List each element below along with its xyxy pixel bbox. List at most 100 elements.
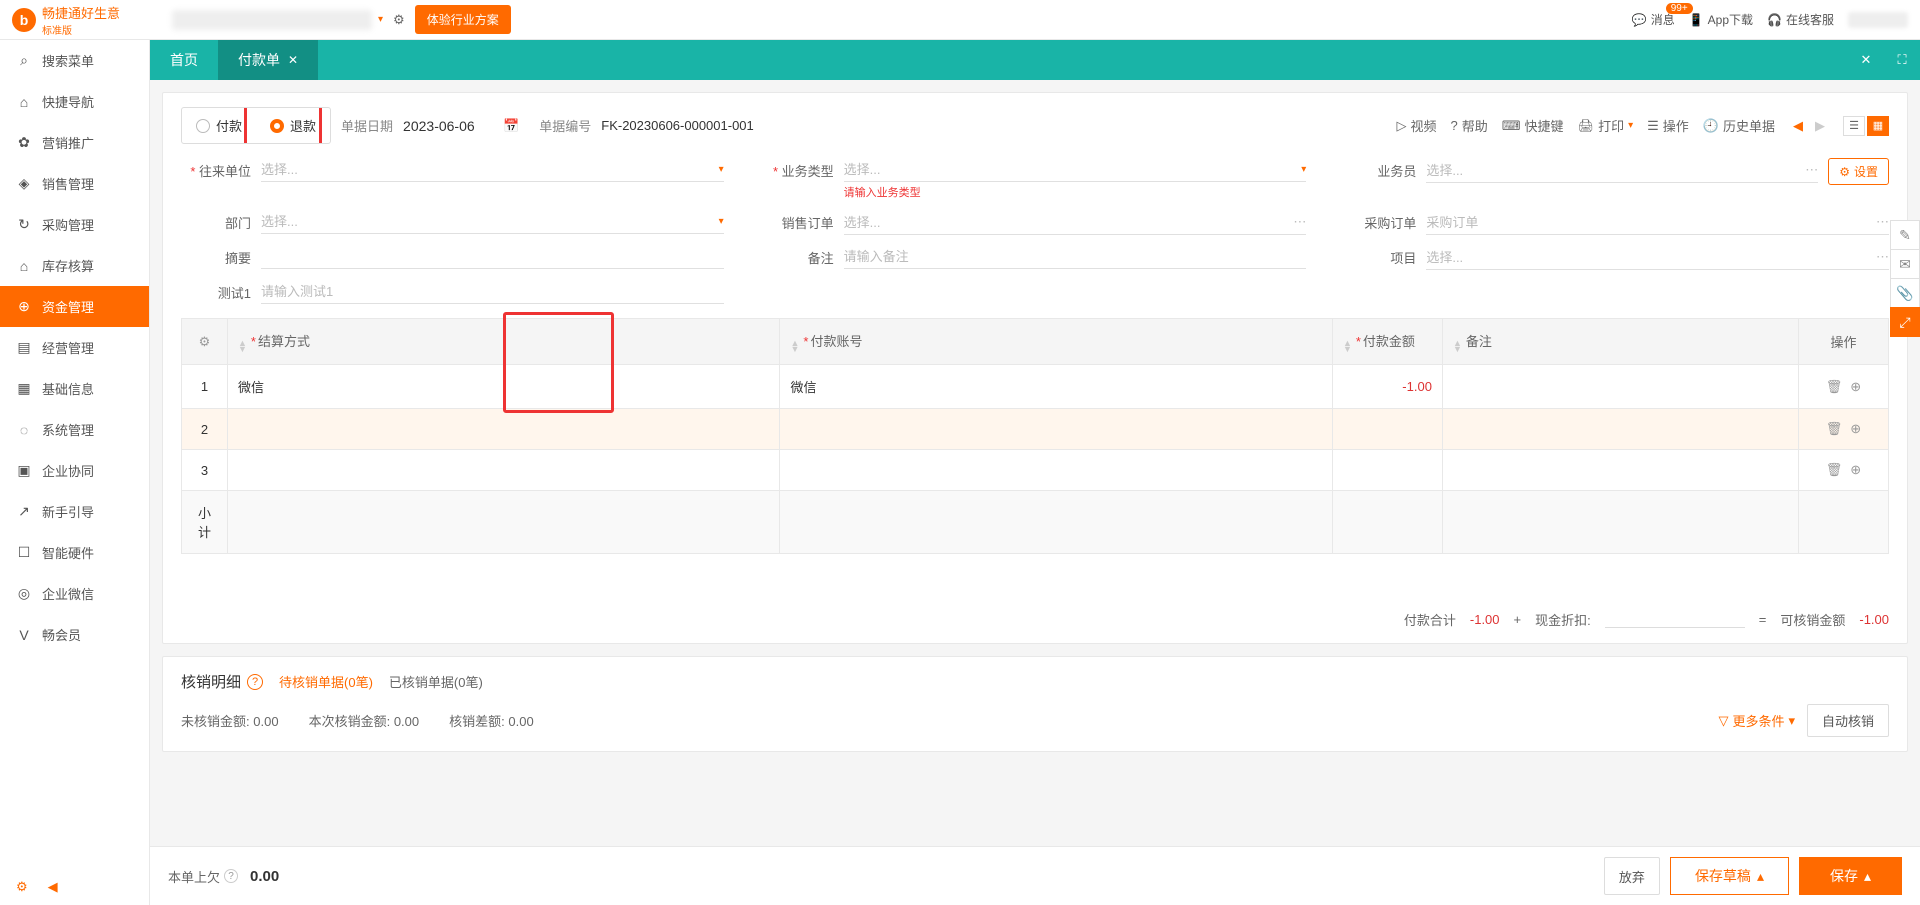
print-link[interactable]: 🖨打印▾ xyxy=(1578,116,1634,135)
shortcut-link[interactable]: ⌨快捷键 xyxy=(1502,116,1564,135)
sidebar-item-label: 资金管理 xyxy=(42,297,94,316)
date-input[interactable] xyxy=(403,118,493,134)
sales-order-input[interactable] xyxy=(844,215,1294,230)
view-list[interactable]: ☰ xyxy=(1843,116,1865,136)
sidebar-icon: V xyxy=(16,627,32,643)
biztype-input[interactable] xyxy=(844,162,1302,177)
online-cs-link[interactable]: 🎧 在线客服 xyxy=(1767,11,1834,28)
float-expand[interactable]: ⤢ xyxy=(1890,307,1920,337)
sidebar-item[interactable]: ↻采购管理 xyxy=(0,204,149,245)
sidebar-item[interactable]: ⌕搜索菜单 xyxy=(0,40,149,81)
settings-button[interactable]: ⚙设置 xyxy=(1828,158,1889,185)
tab-done[interactable]: 已核销单据(0笔) xyxy=(389,672,483,691)
auto-writeoff-button[interactable]: 自动核销 xyxy=(1807,704,1889,737)
sidebar-item[interactable]: ⊕ 资金管理 xyxy=(0,286,149,327)
help-icon[interactable]: ? xyxy=(247,674,263,690)
chevron-down-icon[interactable]: ▾ xyxy=(1301,164,1306,175)
add-icon[interactable]: ⊕ xyxy=(1850,421,1861,436)
more-icon[interactable]: ⋯ xyxy=(1293,214,1306,230)
sidebar-item[interactable]: ▤经营管理 xyxy=(0,327,149,368)
doc-actions: ▷视频 ?帮助 ⌨快捷键 🖨打印▾ ☰操作 🕘历史单据 ◀ ▶ ☰ ▦ xyxy=(1397,116,1889,136)
add-icon[interactable]: ⊕ xyxy=(1850,379,1861,394)
summary-input[interactable] xyxy=(261,249,724,264)
view-form[interactable]: ▦ xyxy=(1867,116,1889,136)
add-icon[interactable]: ⊕ xyxy=(1850,462,1861,477)
help-link[interactable]: ?帮助 xyxy=(1451,116,1488,135)
col-account[interactable]: ▲▼付款账号 xyxy=(780,319,1332,365)
pager-next[interactable]: ▶ xyxy=(1811,117,1829,135)
float-note[interactable]: ✎ xyxy=(1890,220,1920,250)
discount-input[interactable] xyxy=(1605,612,1745,628)
sidebar-item[interactable]: ☐智能硬件 xyxy=(0,532,149,573)
video-link[interactable]: ▷视频 xyxy=(1397,116,1437,135)
sidebar-item[interactable]: ◌系统管理 xyxy=(0,409,149,450)
calendar-icon[interactable]: 📅 xyxy=(503,118,519,134)
delete-icon[interactable]: 🗑 xyxy=(1826,462,1843,477)
delete-icon[interactable]: 🗑 xyxy=(1826,379,1843,394)
dept-input[interactable] xyxy=(261,214,719,229)
col-gear[interactable]: ⚙ xyxy=(182,319,228,365)
col-remark[interactable]: ▲▼备注 xyxy=(1442,319,1798,365)
pager-prev[interactable]: ◀ xyxy=(1789,117,1807,135)
table-row[interactable]: 2 🗑⊕ xyxy=(182,409,1889,450)
sidebar-item[interactable]: ▦基础信息 xyxy=(0,368,149,409)
tab-close-all[interactable]: ✕ xyxy=(1848,52,1884,68)
table-row[interactable]: 1 微信 微信 -1.00 🗑⊕ xyxy=(182,365,1889,409)
tab[interactable]: 首页 xyxy=(150,40,218,80)
sidebar-icon: ⊕ xyxy=(16,299,32,315)
logo-text: 畅捷通好生意 xyxy=(42,3,120,22)
more-icon[interactable]: ⋯ xyxy=(1876,214,1889,230)
field-supplier: 往来单位 ▾ xyxy=(181,158,724,182)
chevron-down-icon[interactable]: ▾ xyxy=(719,216,724,227)
trial-button[interactable]: 体验行业方案 xyxy=(415,5,511,34)
float-attach[interactable]: 📎 xyxy=(1890,278,1920,308)
col-amount[interactable]: ▲▼付款金额 xyxy=(1332,319,1442,365)
history-link[interactable]: 🕘历史单据 xyxy=(1703,116,1775,135)
help-icon[interactable]: ? xyxy=(224,869,238,883)
remark-input[interactable] xyxy=(844,249,1307,264)
radio-payment[interactable]: 付款 xyxy=(182,108,256,143)
chevron-down-icon[interactable]: ▾ xyxy=(719,164,724,175)
sidebar-item[interactable]: ◈销售管理 xyxy=(0,163,149,204)
sidebar-item[interactable]: ▣企业协同 xyxy=(0,450,149,491)
gear-icon: ⚙ xyxy=(1839,165,1850,179)
col-settle[interactable]: ▲▼结算方式 xyxy=(228,319,780,365)
sidebar-item[interactable]: V畅会员 xyxy=(0,614,149,655)
sidebar-item[interactable]: ⌂快捷导航 xyxy=(0,81,149,122)
sidebar-item[interactable]: ↗新手引导 xyxy=(0,491,149,532)
purchase-order-input[interactable] xyxy=(1426,215,1876,230)
radio-refund[interactable]: 退款 xyxy=(256,108,330,143)
sidebar-item[interactable]: ◎企业微信 xyxy=(0,573,149,614)
test1-input[interactable] xyxy=(261,284,724,299)
company-selector[interactable]: ▾ xyxy=(172,10,383,30)
supplier-input[interactable] xyxy=(261,162,719,177)
delete-icon[interactable]: 🗑 xyxy=(1826,421,1843,436)
sidebar-item[interactable]: ✿营销推广 xyxy=(0,122,149,163)
more-icon[interactable]: ⋯ xyxy=(1805,162,1818,178)
field-project: 项目 ⋯ xyxy=(1346,245,1889,270)
table-row[interactable]: 3 🗑⊕ xyxy=(182,450,1889,491)
settings-icon[interactable]: ⚙ xyxy=(16,879,28,895)
save-button[interactable]: 保存▴ xyxy=(1799,857,1902,895)
more-conditions[interactable]: ▽更多条件▾ xyxy=(1718,711,1795,730)
close-icon[interactable]: ✕ xyxy=(288,53,298,67)
clerk-input[interactable] xyxy=(1426,163,1805,178)
operate-link[interactable]: ☰操作 xyxy=(1647,116,1689,135)
tab[interactable]: 付款单✕ xyxy=(218,40,318,80)
project-input[interactable] xyxy=(1426,250,1876,265)
more-icon[interactable]: ⋯ xyxy=(1876,249,1889,265)
messages-link[interactable]: 💬 消息 99+ xyxy=(1632,11,1675,28)
detail-table: ⚙ ▲▼结算方式 ▲▼付款账号 ▲▼付款金额 ▲▼备注 操作 1 微信 微信 -… xyxy=(181,318,1889,554)
biztype-error: 请输入业务类型 xyxy=(844,184,1307,200)
collapse-icon[interactable]: ◀ xyxy=(48,879,58,895)
fullscreen-icon[interactable]: ⛶ xyxy=(1884,52,1920,68)
save-draft-button[interactable]: 保存草稿▴ xyxy=(1670,857,1789,895)
gear-icon[interactable]: ⚙ xyxy=(393,12,405,28)
sidebar-item[interactable]: ⌂库存核算 xyxy=(0,245,149,286)
float-inbox[interactable]: ✉ xyxy=(1890,249,1920,279)
sidebar-item-label: 快捷导航 xyxy=(42,92,94,111)
app-download-link[interactable]: 📱 App下载 xyxy=(1689,11,1753,28)
pay-total-value: -1.00 xyxy=(1470,612,1500,627)
abandon-button[interactable]: 放弃 xyxy=(1604,857,1660,895)
tab-pending[interactable]: 待核销单据(0笔) xyxy=(279,672,373,691)
